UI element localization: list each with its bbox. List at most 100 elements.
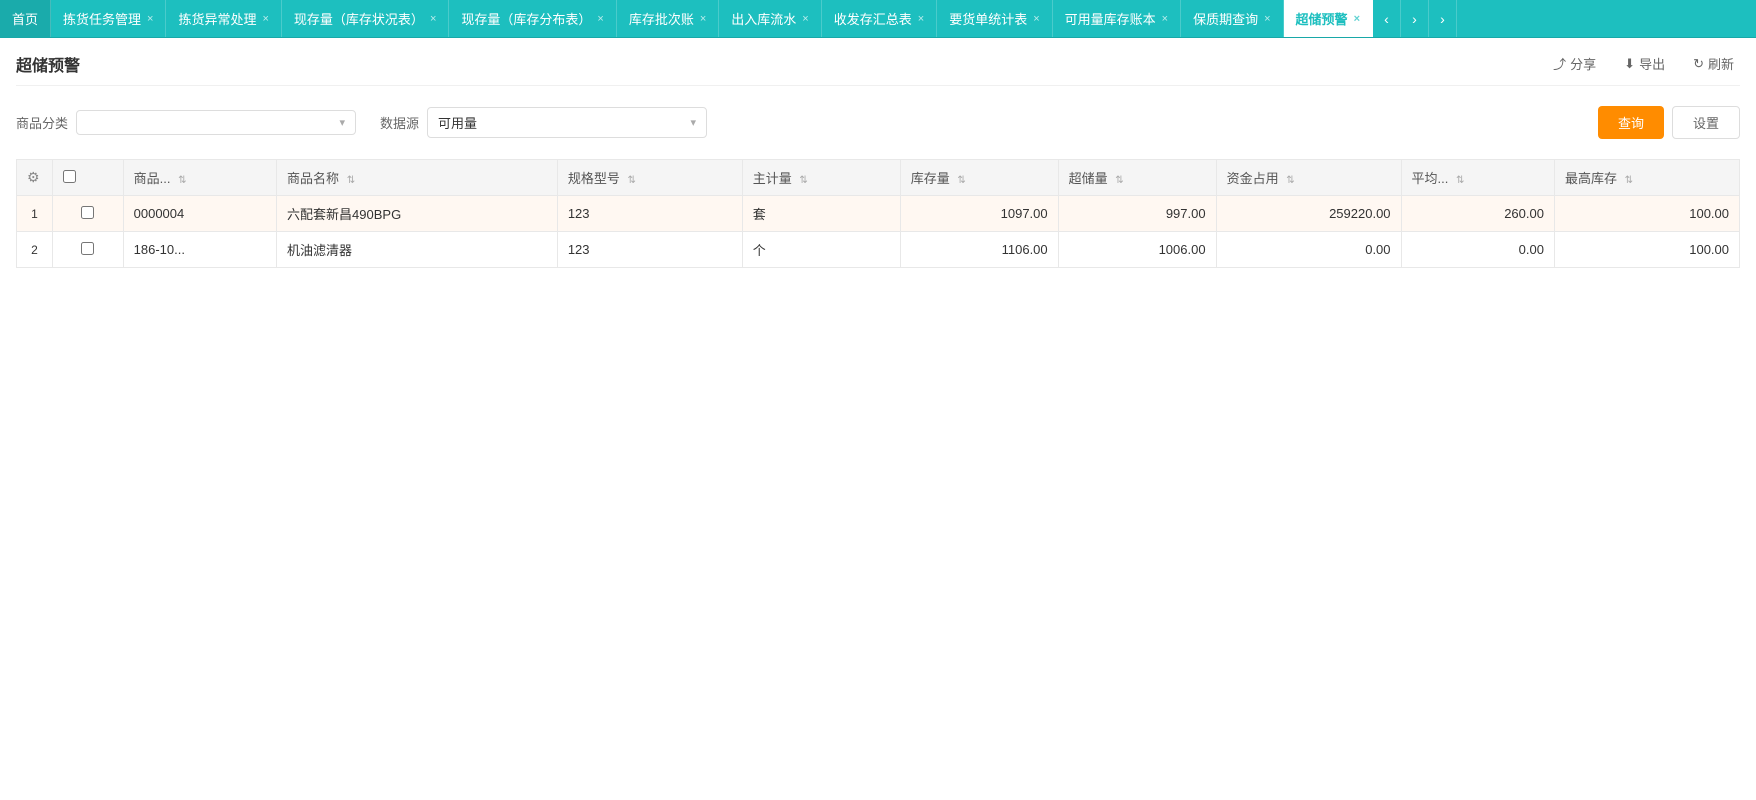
col-code[interactable]: 商品... ⇅: [123, 160, 276, 196]
nav-item-expiry[interactable]: 保质期查询 ×: [1181, 0, 1283, 37]
nav-item-batch[interactable]: 库存批次账 ×: [617, 0, 719, 37]
export-icon: ⬇: [1624, 56, 1635, 72]
sort-icon: ⇅: [1115, 175, 1123, 186]
nav-more-arrow[interactable]: ›: [1429, 0, 1457, 37]
col-name[interactable]: 商品名称 ⇅: [277, 160, 558, 196]
category-label: 商品分类: [16, 113, 68, 132]
nav-next-arrow[interactable]: ›: [1401, 0, 1429, 37]
page-header: 超储预警 ⤴ 分享 ⬇ 导出 ↻ 刷新: [16, 38, 1740, 86]
nav-item-flow[interactable]: 出入库流水 ×: [719, 0, 821, 37]
nav-item-exception[interactable]: 拣货异常处理 ×: [166, 0, 281, 37]
nav-item-order-stats[interactable]: 要货单统计表 ×: [937, 0, 1052, 37]
nav-item-home[interactable]: 首页: [0, 0, 51, 37]
row-stock: 1097.00: [900, 196, 1058, 232]
sort-icon: ⇅: [178, 175, 186, 186]
close-icon[interactable]: ×: [802, 13, 808, 25]
select-all-checkbox[interactable]: [63, 170, 76, 183]
export-button[interactable]: ⬇ 导出: [1618, 50, 1671, 77]
chevron-down-icon: ▾: [691, 116, 697, 129]
col-stock[interactable]: 库存量 ⇅: [900, 160, 1058, 196]
row-avg: 0.00: [1401, 232, 1554, 268]
sort-icon: ⇅: [957, 175, 965, 186]
top-nav: 首页 拣货任务管理 × 拣货异常处理 × 现存量（库存状况表） × 现存量（库存…: [0, 0, 1756, 38]
row-spec: 123: [557, 232, 742, 268]
row-over: 1006.00: [1058, 232, 1216, 268]
sort-icon: ⇅: [347, 175, 355, 186]
row-num: 1: [17, 196, 53, 232]
share-button[interactable]: ⤴ 分享: [1547, 50, 1602, 77]
row-spec: 123: [557, 196, 742, 232]
row-stock: 1106.00: [900, 232, 1058, 268]
close-icon[interactable]: ×: [1264, 13, 1270, 25]
nav-item-stock-dist[interactable]: 现存量（库存分布表） ×: [449, 0, 616, 37]
close-icon[interactable]: ×: [430, 13, 436, 25]
col-spec[interactable]: 规格型号 ⇅: [557, 160, 742, 196]
row-unit: 套: [742, 196, 900, 232]
row-name: 机油滤清器: [277, 232, 558, 268]
nav-item-available[interactable]: 可用量库存账本 ×: [1053, 0, 1181, 37]
col-capital[interactable]: 资金占用 ⇅: [1216, 160, 1401, 196]
sort-icon: ⇅: [799, 175, 807, 186]
close-icon[interactable]: ×: [1033, 13, 1039, 25]
col-max[interactable]: 最高库存 ⇅: [1554, 160, 1739, 196]
sort-icon: ⇅: [1625, 175, 1633, 186]
datasource-select[interactable]: 可用量 ▾: [427, 107, 707, 138]
table-header-row: ⚙ 商品... ⇅ 商品名称 ⇅ 规格型号 ⇅ 主计量: [17, 160, 1740, 196]
page-title: 超储预警: [16, 52, 80, 76]
close-icon[interactable]: ×: [597, 13, 603, 25]
category-select[interactable]: ▾: [76, 110, 356, 135]
col-avg[interactable]: 平均... ⇅: [1401, 160, 1554, 196]
row-max: 100.00: [1554, 196, 1739, 232]
col-checkbox-all: [53, 160, 124, 196]
datasource-value: 可用量: [438, 113, 477, 132]
sort-icon: ⇅: [1286, 175, 1294, 186]
table-row: 1 0000004 六配套新昌490BPG 123 套 1097.00 997.…: [17, 196, 1740, 232]
row-max: 100.00: [1554, 232, 1739, 268]
filter-row: 商品分类 ▾ 数据源 可用量 ▾ 查询 设置: [16, 98, 1740, 147]
filter-buttons: 查询 设置: [1598, 106, 1740, 139]
sort-icon: ⇅: [627, 175, 635, 186]
category-filter: 商品分类 ▾: [16, 110, 356, 135]
nav-item-overstock[interactable]: 超储预警 ×: [1284, 0, 1373, 37]
row-name: 六配套新昌490BPG: [277, 196, 558, 232]
row-capital: 0.00: [1216, 232, 1401, 268]
row-code: 0000004: [123, 196, 276, 232]
row-unit: 个: [742, 232, 900, 268]
chevron-down-icon: ▾: [339, 116, 345, 129]
refresh-icon: ↻: [1693, 56, 1704, 72]
data-table: ⚙ 商品... ⇅ 商品名称 ⇅ 规格型号 ⇅ 主计量: [16, 159, 1740, 268]
row-checkbox-cell: [53, 196, 124, 232]
col-gear: ⚙: [17, 160, 53, 196]
row-avg: 260.00: [1401, 196, 1554, 232]
col-unit[interactable]: 主计量 ⇅: [742, 160, 900, 196]
query-button[interactable]: 查询: [1598, 106, 1664, 139]
close-icon[interactable]: ×: [918, 13, 924, 25]
close-icon[interactable]: ×: [1354, 13, 1360, 25]
close-icon[interactable]: ×: [147, 13, 153, 25]
nav-item-stock-status[interactable]: 现存量（库存状况表） ×: [282, 0, 449, 37]
refresh-button[interactable]: ↻ 刷新: [1687, 50, 1740, 77]
datasource-label: 数据源: [380, 113, 419, 132]
settings-icon[interactable]: ⚙: [27, 169, 40, 185]
col-over[interactable]: 超储量 ⇅: [1058, 160, 1216, 196]
nav-item-summary[interactable]: 收发存汇总表 ×: [822, 0, 937, 37]
sort-icon: ⇅: [1456, 175, 1464, 186]
page-content: 超储预警 ⤴ 分享 ⬇ 导出 ↻ 刷新 商品分类 ▾ 数据源: [0, 38, 1756, 800]
row-checkbox[interactable]: [81, 242, 94, 255]
row-checkbox[interactable]: [81, 206, 94, 219]
nav-item-task[interactable]: 拣货任务管理 ×: [51, 0, 166, 37]
close-icon[interactable]: ×: [262, 13, 268, 25]
table-row: 2 186-10... 机油滤清器 123 个 1106.00 1006.00 …: [17, 232, 1740, 268]
close-icon[interactable]: ×: [700, 13, 706, 25]
settings-button[interactable]: 设置: [1672, 106, 1740, 139]
row-checkbox-cell: [53, 232, 124, 268]
close-icon[interactable]: ×: [1162, 13, 1168, 25]
row-over: 997.00: [1058, 196, 1216, 232]
share-icon: ⤴: [1553, 54, 1566, 73]
datasource-filter: 数据源 可用量 ▾: [380, 107, 707, 138]
row-num: 2: [17, 232, 53, 268]
header-actions: ⤴ 分享 ⬇ 导出 ↻ 刷新: [1547, 50, 1740, 77]
row-capital: 259220.00: [1216, 196, 1401, 232]
row-code: 186-10...: [123, 232, 276, 268]
nav-prev-arrow[interactable]: ‹: [1373, 0, 1401, 37]
